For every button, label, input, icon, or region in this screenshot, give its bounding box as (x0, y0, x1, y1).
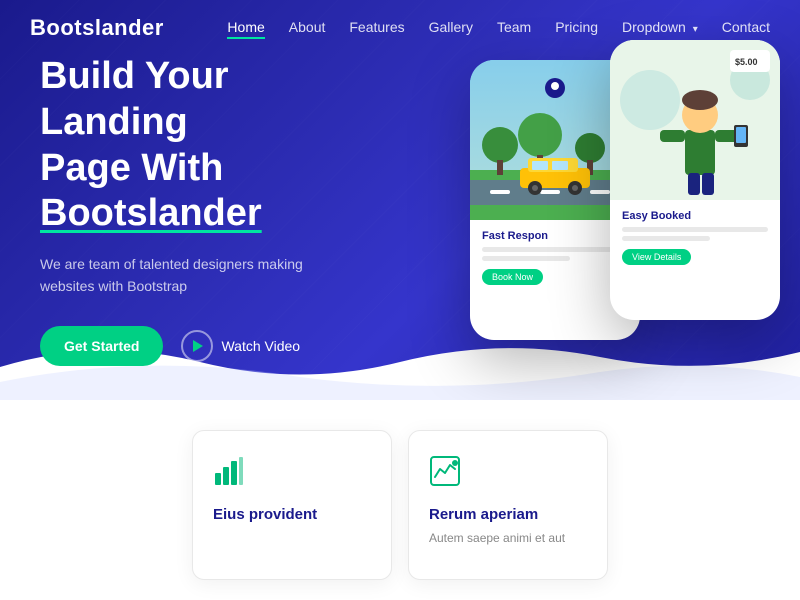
phone-front-line-2 (622, 236, 710, 241)
phone-mockups: Fast Respon Book Now (470, 30, 780, 370)
navbar: Bootslander Home About Features Gallery … (0, 0, 800, 55)
svg-text:$5.00: $5.00 (735, 57, 758, 67)
nav-links: Home About Features Gallery Team Pricing… (227, 19, 770, 37)
hero-buttons: Get Started Watch Video (40, 326, 380, 366)
nav-features[interactable]: Features (349, 19, 404, 35)
phone-front-body: Easy Booked View Details (610, 200, 780, 275)
feature-card-2: Rerum aperiam Autem saepe animi et aut (408, 430, 608, 580)
hero-title: Build Your Landing Page With Bootslander (40, 54, 380, 236)
phone-view-button[interactable]: View Details (622, 249, 691, 265)
feature-card-1: Eius provident (192, 430, 392, 580)
play-triangle-icon (193, 340, 203, 352)
phone-front-lines (622, 227, 768, 241)
phone-front: $5.00 Easy Booked View Details (610, 40, 780, 320)
hero-subtitle: We are team of talented designers making… (40, 253, 360, 298)
hero-section: Build Your Landing Page With Bootslander… (0, 0, 800, 400)
feature-icon-1 (213, 455, 371, 494)
nav-gallery[interactable]: Gallery (429, 19, 473, 35)
phone-back-label: Fast Respon (482, 230, 628, 242)
phone-line-1 (482, 247, 628, 252)
nav-about[interactable]: About (289, 19, 326, 35)
get-started-button[interactable]: Get Started (40, 326, 163, 366)
nav-dropdown[interactable]: Dropdown ▾ (622, 19, 698, 35)
nav-contact[interactable]: Contact (722, 19, 770, 35)
nav-home[interactable]: Home (227, 19, 264, 39)
nav-pricing[interactable]: Pricing (555, 19, 598, 35)
feature-title-2: Rerum aperiam (429, 506, 587, 523)
phone-line-2 (482, 256, 570, 261)
watch-video-button[interactable]: Watch Video (181, 330, 300, 362)
feature-icon-2 (429, 455, 587, 494)
phone-front-label: Easy Booked (622, 210, 768, 222)
phone-front-header: $5.00 (610, 40, 780, 200)
phone-book-button[interactable]: Book Now (482, 269, 543, 285)
phone-lines (482, 247, 628, 261)
play-icon (181, 330, 213, 362)
phone-front-line-1 (622, 227, 768, 232)
feature-title-1: Eius provident (213, 506, 371, 523)
chevron-down-icon: ▾ (693, 24, 698, 35)
hero-content: Build Your Landing Page With Bootslander… (0, 0, 420, 400)
features-section: Eius provident Rerum aperiam Autem saepe… (0, 400, 800, 600)
nav-team[interactable]: Team (497, 19, 531, 35)
feature-desc-2: Autem saepe animi et aut (429, 529, 587, 547)
brand-logo[interactable]: Bootslander (30, 15, 164, 41)
